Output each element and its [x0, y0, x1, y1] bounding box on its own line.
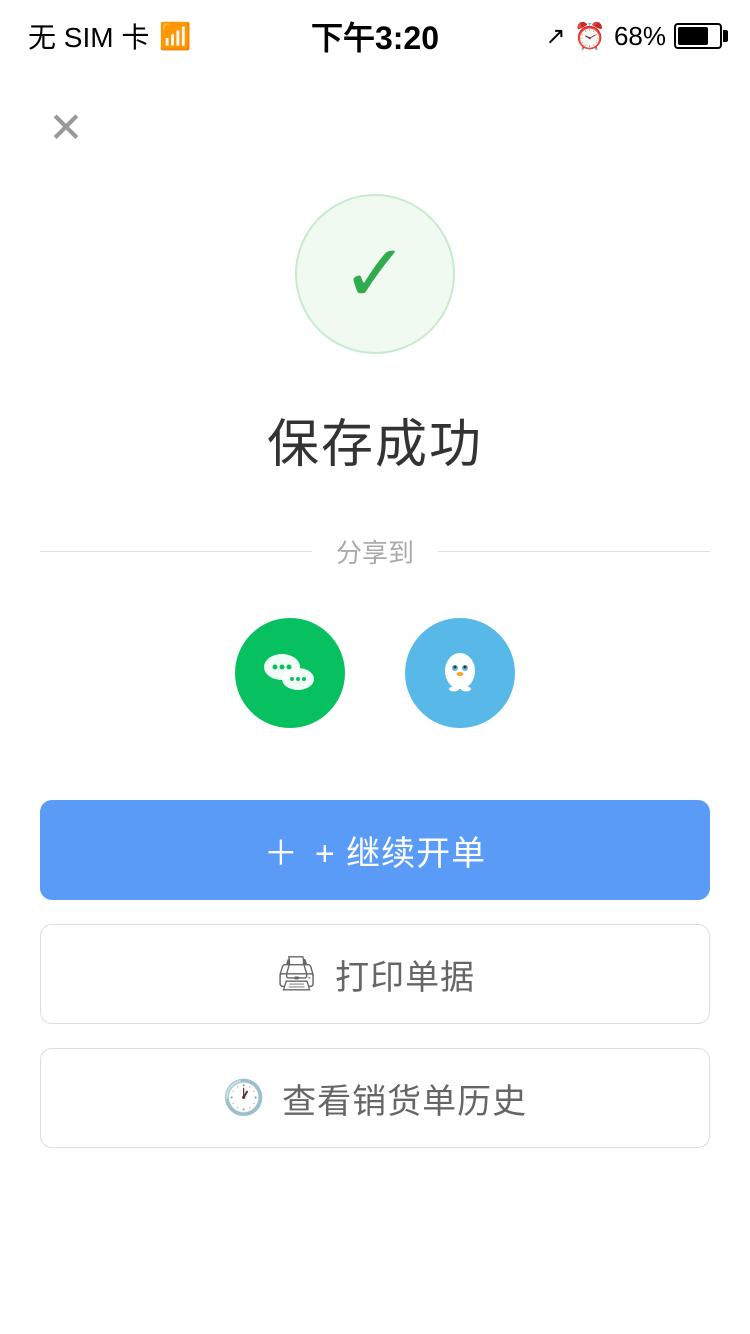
- status-bar: 无 SIM 卡 📶 下午3:20 ↗ ⏰ 68%: [0, 0, 750, 72]
- wechat-share-button[interactable]: [235, 618, 345, 728]
- print-icon: 🖨: [275, 954, 319, 994]
- action-buttons: ＋ + 继续开单 🖨 打印单据 🕐 查看销货单历史: [40, 800, 710, 1148]
- status-left: 无 SIM 卡 📶: [28, 16, 192, 56]
- continue-button[interactable]: ＋ + 继续开单: [40, 800, 710, 900]
- status-time: 下午3:20: [311, 13, 439, 59]
- sim-text: 无 SIM 卡: [28, 16, 149, 56]
- divider-right: [438, 551, 710, 552]
- history-icon: 🕐: [223, 1078, 266, 1118]
- wechat-icon: [258, 641, 322, 705]
- print-label: 打印单据: [335, 950, 475, 999]
- history-button[interactable]: 🕐 查看销货单历史: [40, 1048, 710, 1148]
- close-icon: ✕: [48, 107, 83, 149]
- wifi-icon: 📶: [159, 21, 191, 52]
- location-icon: ↗: [545, 22, 565, 51]
- close-button[interactable]: ✕: [40, 102, 92, 154]
- qq-icon: [430, 643, 490, 703]
- share-divider: 分享到: [40, 533, 710, 570]
- close-area: ✕: [0, 72, 750, 154]
- battery-icon: [674, 23, 722, 49]
- share-label: 分享到: [312, 533, 438, 570]
- print-button[interactable]: 🖨 打印单据: [40, 924, 710, 1024]
- success-circle: ✓: [295, 194, 455, 354]
- history-label: 查看销货单历史: [282, 1074, 527, 1123]
- main-content: ✓ 保存成功 分享到: [0, 154, 750, 1334]
- alarm-icon: ⏰: [574, 21, 606, 52]
- divider-left: [40, 551, 312, 552]
- qq-share-button[interactable]: [405, 618, 515, 728]
- battery-text: 68%: [614, 21, 666, 52]
- plus-icon: ＋: [264, 826, 299, 875]
- share-section: 分享到: [40, 533, 710, 728]
- status-right: ↗ ⏰ 68%: [545, 21, 722, 52]
- check-icon: ✓: [341, 234, 408, 314]
- share-icons: [40, 618, 710, 728]
- continue-label: + 继续开单: [315, 826, 486, 875]
- success-title: 保存成功: [267, 402, 483, 477]
